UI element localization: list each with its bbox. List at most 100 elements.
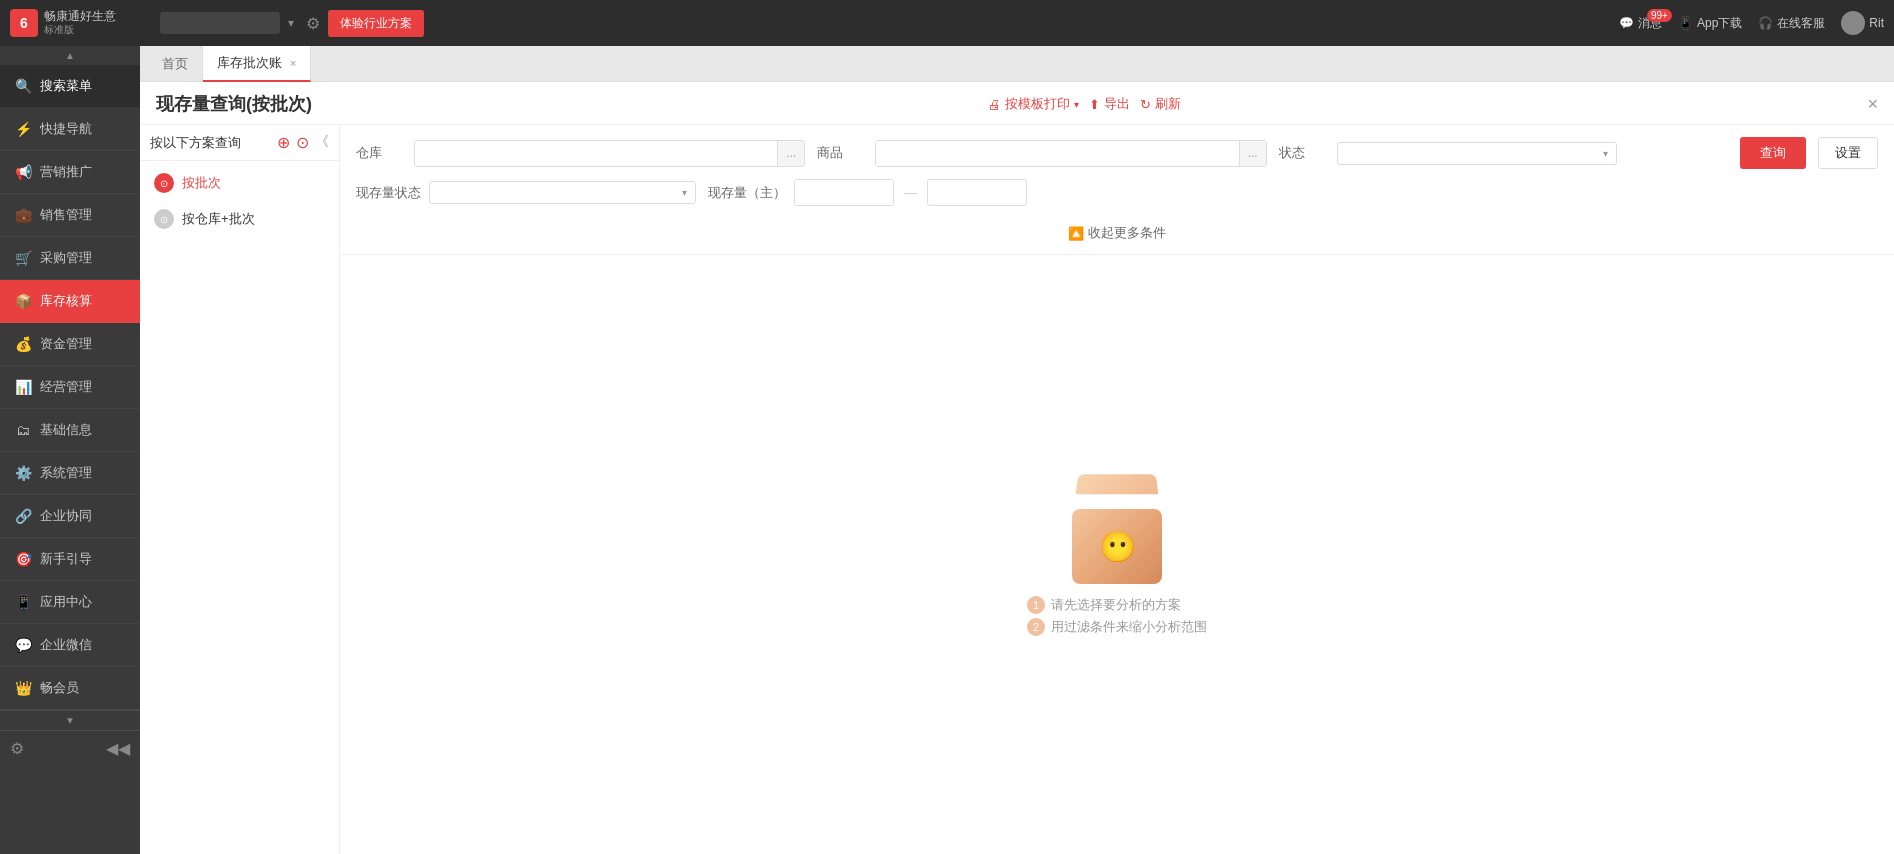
header-nav: ▾ ⚙ 体验行业方案 <box>150 10 1619 37</box>
headset-icon: 🎧 <box>1758 16 1773 30</box>
tab-close-btn[interactable]: × <box>290 57 296 69</box>
sidebar-item-marketing[interactable]: 📢 营销推广 <box>0 151 140 194</box>
export-icon: ⬆ <box>1089 97 1100 112</box>
qty-min-input[interactable] <box>794 179 894 206</box>
collapse-left-btn[interactable]: 《 <box>315 133 329 152</box>
header-right: 💬 消息 99+ 📱 App下载 🎧 在线客服 Rit <box>1619 11 1884 35</box>
plan-item-batch[interactable]: ⊙ 按批次 <box>140 165 339 201</box>
nav-search-input[interactable] <box>160 12 280 34</box>
quick-nav-icon: ⚡ <box>14 120 32 138</box>
enterprise-icon: 🔗 <box>14 507 32 525</box>
sidebar-item-app-center-label: 应用中心 <box>40 593 92 611</box>
warehouse-label: 仓库 <box>356 144 406 162</box>
sidebar-item-operations-label: 经营管理 <box>40 378 92 396</box>
sidebar-item-operations[interactable]: 📊 经营管理 <box>0 366 140 409</box>
user-avatar-btn[interactable]: Rit <box>1841 11 1884 35</box>
sidebar-item-system[interactable]: ⚙️ 系统管理 <box>0 452 140 495</box>
sidebar-item-member-label: 畅会员 <box>40 679 79 697</box>
page-header: 现存量查询(按批次) 🖨 按模板打印 ▾ ⬆ 导出 ↻ 刷新 <box>140 82 1894 125</box>
goods-input[interactable] <box>876 141 1238 166</box>
sidebar-item-sales[interactable]: 💼 销售管理 <box>0 194 140 237</box>
sidebar-item-quick-nav[interactable]: ⚡ 快捷导航 <box>0 108 140 151</box>
customer-service-btn[interactable]: 🎧 在线客服 <box>1758 15 1825 32</box>
search-icon: 🔍 <box>14 77 32 95</box>
sidebar-scroll-up[interactable]: ▲ <box>0 46 140 65</box>
nav-dropdown-btn[interactable]: ▾ <box>288 16 294 30</box>
company-name: 畅康通好生意 <box>44 9 116 23</box>
plan-list: ⊙ 按批次 ⊙ 按仓库+批次 <box>140 161 339 854</box>
system-icon: ⚙️ <box>14 464 32 482</box>
sidebar-item-finance[interactable]: 💰 资金管理 <box>0 323 140 366</box>
tab-inventory-batch[interactable]: 库存批次账 × <box>203 46 311 82</box>
messages-btn[interactable]: 💬 消息 99+ <box>1619 15 1662 32</box>
sidebar-item-guide[interactable]: 🎯 新手引导 <box>0 538 140 581</box>
query-btn[interactable]: 查询 <box>1740 137 1806 169</box>
left-panel-header: 按以下方案查询 ⊕ ⊙ 《 <box>140 125 339 161</box>
sidebar-scroll-down[interactable]: ▼ <box>0 710 140 730</box>
sidebar-item-guide-label: 新手引导 <box>40 550 92 568</box>
messages-icon: 💬 <box>1619 16 1634 30</box>
filter-area: 仓库 ... 商品 <box>340 125 1894 255</box>
sidebar-item-inventory[interactable]: 📦 库存核算 <box>0 280 140 323</box>
sidebar-item-wechat[interactable]: 💬 企业微信 <box>0 624 140 667</box>
tip-2-text: 用过滤条件来缩小分析范围 <box>1051 618 1207 636</box>
status-group: 状态 ▾ <box>1279 142 1728 165</box>
warehouse-more-btn[interactable]: ... <box>777 141 804 166</box>
export-btn[interactable]: ⬆ 导出 <box>1089 95 1130 113</box>
empty-tip-1: 1 请先选择要分析的方案 <box>1027 596 1207 614</box>
sidebar-item-enterprise[interactable]: 🔗 企业协同 <box>0 495 140 538</box>
print-icon: 🖨 <box>988 97 1001 112</box>
qty-label: 现存量（主） <box>708 184 786 202</box>
plan-active-icon: ⊙ <box>154 173 174 193</box>
stock-status-select[interactable]: ▾ <box>429 181 696 204</box>
purchase-icon: 🛒 <box>14 249 32 267</box>
add-plan-btn[interactable]: ⊕ <box>277 133 290 152</box>
goods-more-btn[interactable]: ... <box>1239 141 1266 166</box>
empty-illustration: 😶 <box>1057 474 1177 584</box>
sidebar-settings-icon[interactable]: ⚙ <box>10 739 24 758</box>
sidebar-item-search[interactable]: 🔍 搜索菜单 <box>0 65 140 108</box>
qty-max-input[interactable] <box>927 179 1027 206</box>
empty-tip-2: 2 用过滤条件来缩小分析范围 <box>1027 618 1207 636</box>
settings-btn[interactable]: 设置 <box>1818 137 1878 169</box>
filter-row-2: 现存量状态 ▾ 现存量（主） — <box>356 179 1878 206</box>
sidebar-collapse-icon[interactable]: ◀◀ <box>106 739 130 758</box>
messages-badge: 99+ <box>1647 9 1672 22</box>
page-title: 现存量查询(按批次) <box>156 92 312 116</box>
status-label: 状态 <box>1279 144 1329 162</box>
plan-item-warehouse-batch[interactable]: ⊙ 按仓库+批次 <box>140 201 339 237</box>
industry-btn[interactable]: 体验行业方案 <box>328 10 424 37</box>
marketing-icon: 📢 <box>14 163 32 181</box>
app-center-icon: 📱 <box>14 593 32 611</box>
settings-plan-btn[interactable]: ⊙ <box>296 133 309 152</box>
sidebar-item-basic-info-label: 基础信息 <box>40 421 92 439</box>
sidebar-item-inventory-label: 库存核算 <box>40 292 92 310</box>
phone-icon: 📱 <box>1678 16 1693 30</box>
sidebar-item-member[interactable]: 👑 畅会员 <box>0 667 140 710</box>
print-dropdown-icon[interactable]: ▾ <box>1074 99 1079 110</box>
collapse-btn[interactable]: 🔼 收起更多条件 <box>1068 224 1166 242</box>
sidebar-item-basic-info[interactable]: 🗂 基础信息 <box>0 409 140 452</box>
sidebar-item-purchase[interactable]: 🛒 采购管理 <box>0 237 140 280</box>
empty-box-body: 😶 <box>1072 509 1162 584</box>
refresh-icon: ↻ <box>1140 97 1151 112</box>
sidebar-item-wechat-label: 企业微信 <box>40 636 92 654</box>
refresh-btn[interactable]: ↻ 刷新 <box>1140 95 1181 113</box>
status-select[interactable]: ▾ <box>1337 142 1617 165</box>
settings-icon[interactable]: ⚙ <box>306 14 320 33</box>
tab-home[interactable]: 首页 <box>148 46 203 82</box>
sidebar: ▲ 🔍 搜索菜单 ⚡ 快捷导航 📢 营销推广 💼 销售管理 🛒 采购管理 📦 库… <box>0 46 140 854</box>
print-btn[interactable]: 🖨 按模板打印 ▾ <box>988 95 1079 113</box>
finance-icon: 💰 <box>14 335 32 353</box>
goods-group: 商品 ... <box>817 140 1266 167</box>
tab-bar: 首页 库存批次账 × <box>140 46 1894 82</box>
close-panel-btn[interactable]: × <box>1867 94 1878 115</box>
stock-status-group: 现存量状态 ▾ <box>356 181 696 204</box>
sidebar-item-app-center[interactable]: 📱 应用中心 <box>0 581 140 624</box>
page-header-actions: 🖨 按模板打印 ▾ ⬆ 导出 ↻ 刷新 <box>988 95 1181 113</box>
app-download-btn[interactable]: 📱 App下载 <box>1678 15 1742 32</box>
status-dropdown-icon: ▾ <box>1603 148 1608 159</box>
warehouse-input[interactable] <box>415 141 777 166</box>
basic-info-icon: 🗂 <box>14 421 32 439</box>
empty-state: 😶 1 请先选择要分析的方案 2 用过滤条件来缩小分析范围 <box>340 255 1894 854</box>
